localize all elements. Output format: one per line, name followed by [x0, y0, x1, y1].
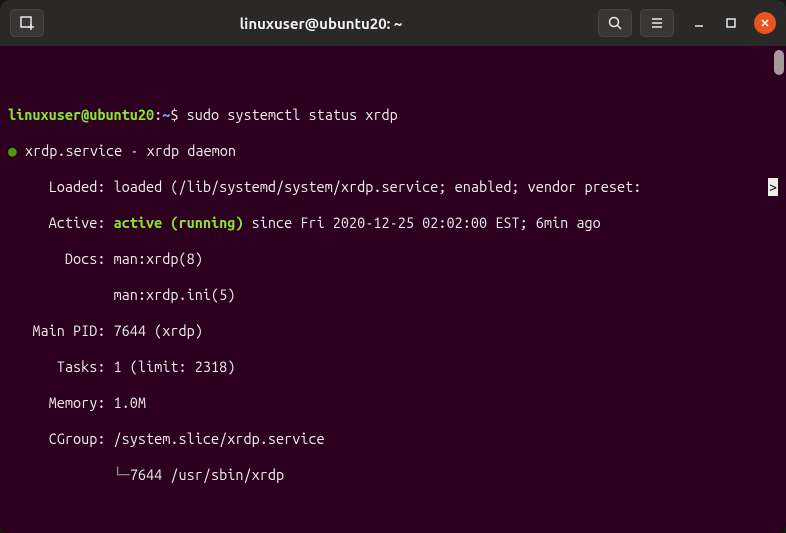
search-button[interactable]: [598, 9, 632, 37]
truncate-icon: >: [768, 178, 778, 196]
minimize-button[interactable]: [690, 14, 708, 32]
loaded-line: Loaded: loaded (/lib/systemd/system/xrdp…: [8, 178, 778, 196]
maximize-button[interactable]: [722, 14, 740, 32]
close-button[interactable]: [754, 12, 776, 34]
prompt-line: linuxuser@ubuntu20:~$ sudo systemctl sta…: [8, 106, 778, 124]
active-line: Active: active (running) since Fri 2020-…: [8, 214, 778, 232]
docs-line-1: Docs: man:xrdp(8): [8, 250, 778, 268]
unit-line: ● xrdp.service - xrdp daemon: [8, 142, 778, 160]
window-title: linuxuser@ubuntu20: ~: [52, 15, 590, 32]
titlebar: linuxuser@ubuntu20: ~: [0, 0, 786, 46]
new-tab-button[interactable]: [10, 9, 44, 37]
prompt-user-host: linuxuser@ubuntu20: [8, 106, 154, 123]
docs-line-2: man:xrdp.ini(5): [8, 286, 778, 304]
blank-line: [8, 502, 778, 520]
status-dot-icon: ●: [8, 142, 17, 159]
hamburger-icon: [649, 15, 665, 31]
active-state: active (running): [114, 214, 244, 231]
mainpid-line: Main PID: 7644 (xrdp): [8, 322, 778, 340]
terminal-content[interactable]: linuxuser@ubuntu20:~$ sudo systemctl sta…: [0, 46, 786, 533]
minimize-icon: [693, 17, 705, 29]
command-text: sudo systemctl status xrdp: [187, 106, 398, 123]
scrollbar-thumb[interactable]: [774, 50, 784, 75]
memory-line: Memory: 1.0M: [8, 394, 778, 412]
tasks-line: Tasks: 1 (limit: 2318): [8, 358, 778, 376]
cgroup-tree: └─7644 /usr/sbin/xrdp: [8, 466, 778, 484]
prompt-dollar: $: [170, 106, 186, 123]
search-icon: [607, 15, 623, 31]
maximize-icon: [725, 17, 737, 29]
cgroup-line: CGroup: /system.slice/xrdp.service: [8, 430, 778, 448]
menu-button[interactable]: [640, 9, 674, 37]
terminal-window: linuxuser@ubuntu20: ~ linuxuser@ubuntu20…: [0, 0, 786, 533]
window-controls: [690, 12, 776, 34]
close-icon: [760, 18, 770, 28]
